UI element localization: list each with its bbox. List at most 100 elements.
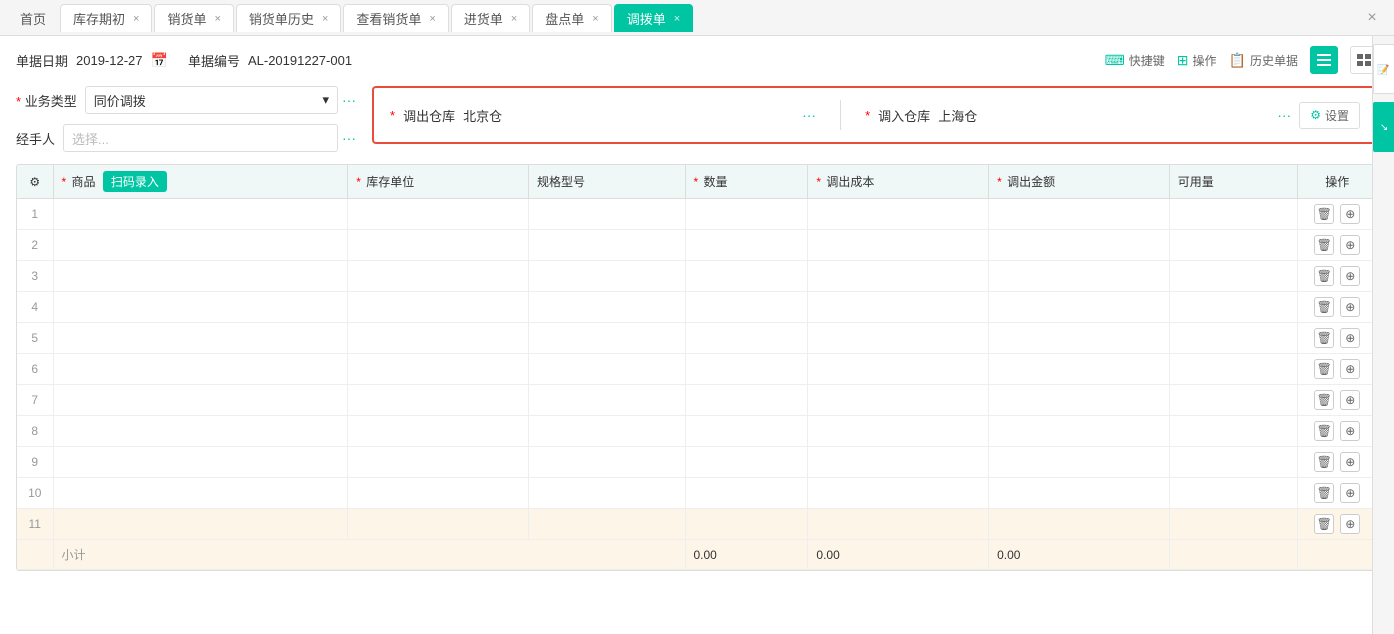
tab-inventory-init-close[interactable]: × (133, 13, 139, 25)
row-transfer-amount[interactable] (989, 261, 1170, 292)
row-available[interactable] (1169, 478, 1297, 509)
delete-btn[interactable]: 🗑 (1314, 204, 1334, 224)
row-quantity[interactable] (685, 199, 808, 230)
row-transfer-cost[interactable] (808, 323, 989, 354)
row-quantity[interactable] (685, 447, 808, 478)
row-spec[interactable] (528, 354, 685, 385)
business-type-more[interactable]: ··· (342, 92, 356, 108)
tab-view-sales[interactable]: 查看销货单 × (343, 4, 448, 32)
row-transfer-amount[interactable] (989, 385, 1170, 416)
row-quantity[interactable] (685, 292, 808, 323)
copy-btn[interactable]: ⊕ (1340, 235, 1360, 255)
copy-btn[interactable]: ⊕ (1340, 514, 1360, 534)
delete-btn[interactable]: 🗑 (1314, 421, 1334, 441)
row-spec[interactable] (528, 261, 685, 292)
window-close-button[interactable]: × (1358, 4, 1386, 32)
delete-btn[interactable]: 🗑 (1314, 359, 1334, 379)
row-unit[interactable] (348, 416, 529, 447)
history-btn[interactable]: 📋 历史单据 (1229, 52, 1298, 69)
row-product[interactable] (53, 416, 348, 447)
row-spec[interactable] (528, 230, 685, 261)
tab-inventory-count-close[interactable]: × (592, 13, 598, 25)
copy-btn[interactable]: ⊕ (1340, 297, 1360, 317)
row-quantity[interactable] (685, 509, 808, 540)
row-transfer-amount[interactable] (989, 447, 1170, 478)
row-transfer-cost[interactable] (808, 261, 989, 292)
row-transfer-amount[interactable] (989, 354, 1170, 385)
layout-lines-btn[interactable] (1310, 46, 1338, 74)
row-transfer-cost[interactable] (808, 447, 989, 478)
copy-btn[interactable]: ⊕ (1340, 452, 1360, 472)
row-available[interactable] (1169, 509, 1297, 540)
row-available[interactable] (1169, 447, 1297, 478)
row-unit[interactable] (348, 199, 529, 230)
row-product[interactable] (53, 230, 348, 261)
row-available[interactable] (1169, 354, 1297, 385)
row-quantity[interactable] (685, 230, 808, 261)
row-available[interactable] (1169, 292, 1297, 323)
row-available[interactable] (1169, 323, 1297, 354)
row-available[interactable] (1169, 261, 1297, 292)
row-transfer-cost[interactable] (808, 354, 989, 385)
side-notes-btn[interactable]: 📝 (1373, 44, 1394, 94)
tab-purchase-order[interactable]: 进货单 × (451, 4, 530, 32)
row-transfer-amount[interactable] (989, 230, 1170, 261)
copy-btn[interactable]: ⊕ (1340, 328, 1360, 348)
row-transfer-amount[interactable] (989, 416, 1170, 447)
tab-sales-history-close[interactable]: × (322, 13, 328, 25)
row-spec[interactable] (528, 478, 685, 509)
row-transfer-cost[interactable] (808, 199, 989, 230)
row-spec[interactable] (528, 292, 685, 323)
row-product[interactable] (53, 354, 348, 385)
row-product[interactable] (53, 447, 348, 478)
delete-btn[interactable]: 🗑 (1314, 235, 1334, 255)
row-available[interactable] (1169, 385, 1297, 416)
row-available[interactable] (1169, 230, 1297, 261)
row-transfer-amount[interactable] (989, 478, 1170, 509)
row-quantity[interactable] (685, 323, 808, 354)
row-transfer-amount[interactable] (989, 199, 1170, 230)
operations-btn[interactable]: ⊞ 操作 (1177, 52, 1217, 69)
row-product[interactable] (53, 478, 348, 509)
delete-btn[interactable]: 🗑 (1314, 452, 1334, 472)
gear-header-icon[interactable]: ⚙ (29, 175, 40, 189)
row-transfer-amount[interactable] (989, 509, 1170, 540)
row-unit[interactable] (348, 230, 529, 261)
delete-btn[interactable]: 🗑 (1314, 483, 1334, 503)
row-quantity[interactable] (685, 416, 808, 447)
row-product[interactable] (53, 292, 348, 323)
row-product[interactable] (53, 385, 348, 416)
row-unit[interactable] (348, 323, 529, 354)
row-unit[interactable] (348, 292, 529, 323)
row-transfer-cost[interactable] (808, 230, 989, 261)
row-unit[interactable] (348, 478, 529, 509)
row-product[interactable] (53, 509, 348, 540)
business-type-select[interactable]: 同价调拨 ▾ (85, 86, 338, 114)
tab-sales-history[interactable]: 销货单历史 × (236, 4, 341, 32)
copy-btn[interactable]: ⊕ (1340, 359, 1360, 379)
row-transfer-cost[interactable] (808, 292, 989, 323)
row-quantity[interactable] (685, 478, 808, 509)
row-unit[interactable] (348, 261, 529, 292)
tab-sales-order-close[interactable]: × (214, 13, 220, 25)
tab-transfer-order-close[interactable]: × (674, 13, 680, 25)
side-expand-btn[interactable]: ↗ (1373, 102, 1394, 152)
tab-sales-order[interactable]: 销货单 × (154, 4, 233, 32)
tab-view-sales-close[interactable]: × (429, 13, 435, 25)
row-spec[interactable] (528, 416, 685, 447)
delete-btn[interactable]: 🗑 (1314, 266, 1334, 286)
row-available[interactable] (1169, 199, 1297, 230)
shortcuts-btn[interactable]: ⌨ 快捷键 (1105, 52, 1165, 69)
tab-purchase-order-close[interactable]: × (511, 13, 517, 25)
row-transfer-amount[interactable] (989, 323, 1170, 354)
copy-btn[interactable]: ⊕ (1340, 483, 1360, 503)
row-transfer-cost[interactable] (808, 416, 989, 447)
row-unit[interactable] (348, 509, 529, 540)
delete-btn[interactable]: 🗑 (1314, 390, 1334, 410)
calendar-icon[interactable]: 📅 (151, 52, 168, 69)
handler-select[interactable]: 选择... (63, 124, 338, 152)
copy-btn[interactable]: ⊕ (1340, 390, 1360, 410)
copy-btn[interactable]: ⊕ (1340, 204, 1360, 224)
tab-transfer-order[interactable]: 调拨单 × (614, 4, 693, 32)
delete-btn[interactable]: 🗑 (1314, 328, 1334, 348)
